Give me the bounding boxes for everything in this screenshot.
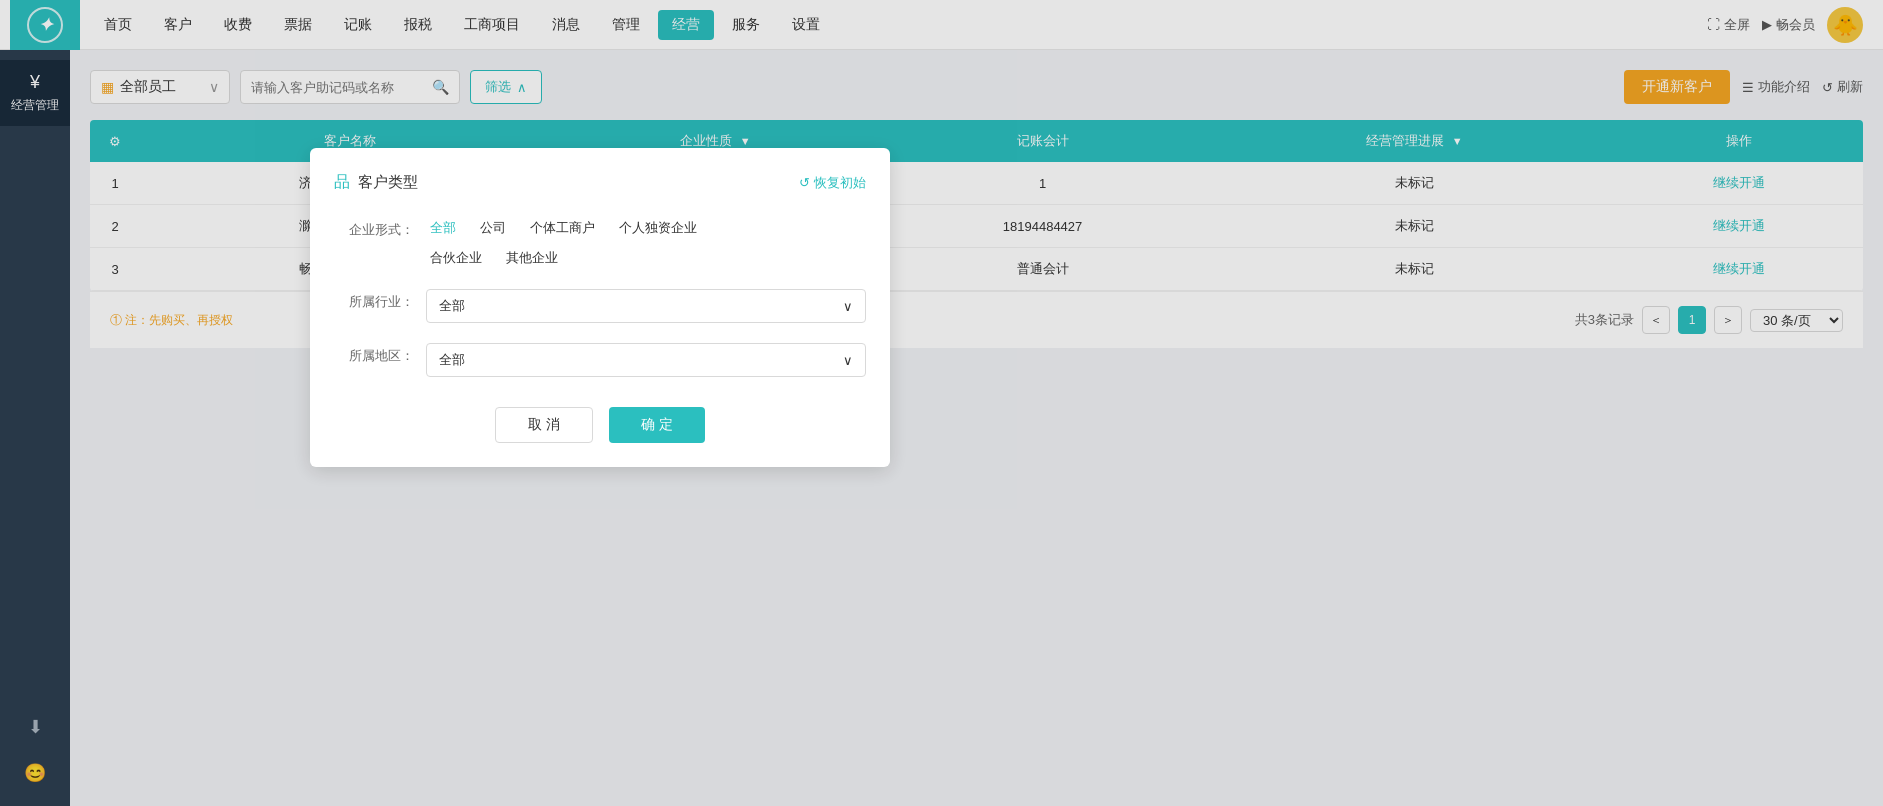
reset-btn[interactable]: ↺ 恢复初始 bbox=[799, 174, 866, 192]
customer-type-modal: 品 客户类型 ↺ 恢复初始 企业形式： 全部公司个体工商户个人独资企业合伙企业其… bbox=[310, 148, 890, 467]
reset-icon: ↺ bbox=[799, 175, 810, 190]
modal-title-icon: 品 bbox=[334, 172, 350, 193]
modal-title: 品 客户类型 bbox=[334, 172, 418, 193]
enterprise-option-全部[interactable]: 全部 bbox=[426, 217, 460, 239]
modal-header: 品 客户类型 ↺ 恢复初始 bbox=[334, 172, 866, 193]
enterprise-label: 企业形式： bbox=[334, 217, 414, 239]
industry-form-row: 所属行业： 全部 ∨ bbox=[334, 289, 866, 323]
enterprise-option-其他企业[interactable]: 其他企业 bbox=[502, 247, 562, 269]
enterprise-option-合伙企业[interactable]: 合伙企业 bbox=[426, 247, 486, 269]
region-select[interactable]: 全部 ∨ bbox=[426, 343, 866, 377]
modal-overlay: 品 客户类型 ↺ 恢复初始 企业形式： 全部公司个体工商户个人独资企业合伙企业其… bbox=[0, 0, 1883, 806]
region-label: 所属地区： bbox=[334, 343, 414, 365]
region-form-row: 所属地区： 全部 ∨ bbox=[334, 343, 866, 377]
region-select-arrow: ∨ bbox=[843, 353, 853, 368]
enterprise-options: 全部公司个体工商户个人独资企业合伙企业其他企业 bbox=[426, 217, 866, 269]
enterprise-form-row: 企业形式： 全部公司个体工商户个人独资企业合伙企业其他企业 bbox=[334, 217, 866, 269]
confirm-button[interactable]: 确 定 bbox=[609, 407, 705, 443]
enterprise-option-个人独资企业[interactable]: 个人独资企业 bbox=[615, 217, 701, 239]
modal-footer: 取 消 确 定 bbox=[334, 407, 866, 443]
industry-label: 所属行业： bbox=[334, 289, 414, 311]
industry-select[interactable]: 全部 ∨ bbox=[426, 289, 866, 323]
enterprise-option-个体工商户[interactable]: 个体工商户 bbox=[526, 217, 599, 239]
region-select-wrap: 全部 ∨ bbox=[426, 343, 866, 377]
industry-select-arrow: ∨ bbox=[843, 299, 853, 314]
enterprise-option-公司[interactable]: 公司 bbox=[476, 217, 510, 239]
industry-select-wrap: 全部 ∨ bbox=[426, 289, 866, 323]
cancel-button[interactable]: 取 消 bbox=[495, 407, 593, 443]
